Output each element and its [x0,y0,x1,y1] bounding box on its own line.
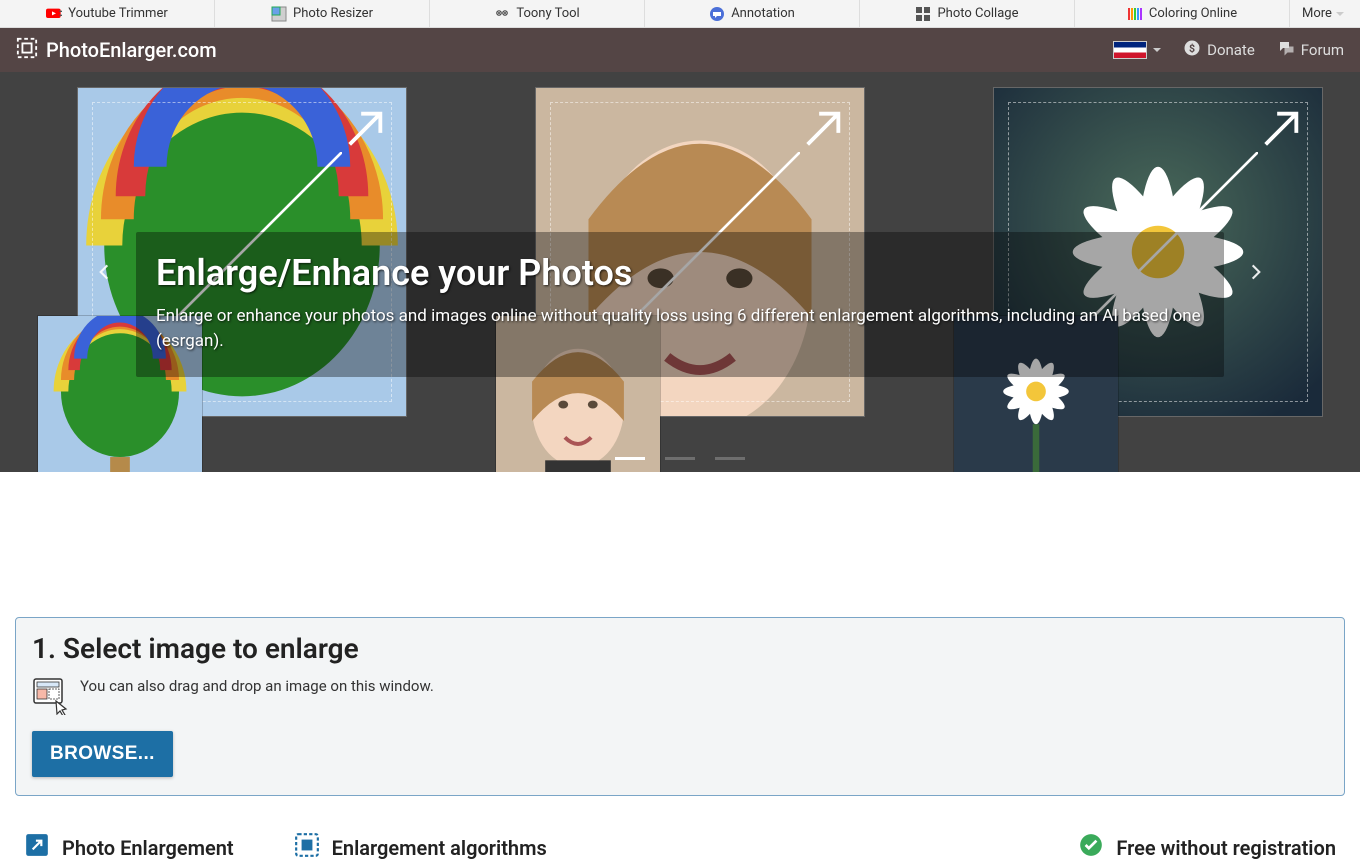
top-link-label: Photo Collage [937,6,1018,21]
feature-enlargement: Photo Enlargement [24,832,234,863]
photo-resizer-icon [271,6,287,22]
brand[interactable]: PhotoEnlarger.com [16,37,217,64]
top-link-label: Coloring Online [1149,6,1237,21]
top-link-label: Photo Resizer [293,6,373,21]
top-link-toony-tool[interactable]: Toony Tool [430,0,645,27]
ad-spacer [0,472,1360,617]
select-image-panel: 1. Select image to enlarge You can also … [15,617,1345,796]
coloring-icon [1127,6,1143,22]
top-link-coloring-online[interactable]: Coloring Online [1075,0,1290,27]
top-link-more[interactable]: More [1290,0,1356,27]
svg-text:$: $ [1189,42,1195,55]
features-row: Photo Enlargement Enlargement algorithms… [0,796,1360,863]
donate-icon: $ [1183,39,1201,61]
site-header: PhotoEnlarger.com $ Donate Forum [0,28,1360,72]
annotation-icon [709,6,725,22]
algorithms-icon [294,832,320,863]
feature-algorithms: Enlargement algorithms [294,832,547,863]
collage-icon [915,6,931,22]
panel-hint: You can also drag and drop an image on t… [32,675,1328,719]
browse-button[interactable]: BROWSE... [32,731,173,777]
top-link-label: Annotation [731,6,795,21]
feature-free: Free without registration [1078,832,1336,863]
brand-text: PhotoEnlarger.com [46,38,217,62]
enlarge-icon [24,832,50,863]
top-link-photo-resizer[interactable]: Photo Resizer [215,0,430,27]
forum-icon [1277,39,1295,61]
carousel-prev-button[interactable] [92,254,116,290]
feature-title: Free without registration [1116,836,1336,860]
free-icon [1078,832,1104,863]
carousel-indicator[interactable] [665,457,695,460]
carousel-indicators [615,457,745,460]
donate-link[interactable]: $ Donate [1183,39,1255,61]
youtube-icon [46,6,62,22]
drag-drop-icon [32,675,72,719]
hero-caption: Enlarge/Enhance your Photos Enlarge or e… [136,232,1224,377]
hero-title: Enlarge/Enhance your Photos [156,252,1204,294]
forum-link[interactable]: Forum [1277,39,1344,61]
enlarge-arrow-icon [800,106,846,152]
top-link-youtube-trimmer[interactable]: Youtube Trimmer [0,0,215,27]
hero-subtitle: Enlarge or enhance your photos and image… [156,304,1204,353]
more-label: More [1302,6,1332,21]
carousel-indicator[interactable] [715,457,745,460]
feature-title: Photo Enlargement [62,836,234,860]
hero-carousel: Enlarge/Enhance your Photos Enlarge or e… [0,72,1360,472]
flag-icon [1113,41,1147,59]
caret-down-icon [1153,48,1161,52]
carousel-indicator[interactable] [615,457,645,460]
top-link-label: Youtube Trimmer [68,6,168,21]
enlarge-arrow-icon [1258,106,1304,152]
top-link-annotation[interactable]: Annotation [645,0,860,27]
logo-icon [16,37,38,64]
panel-hint-text: You can also drag and drop an image on t… [80,675,434,695]
top-sister-sites-bar: Youtube Trimmer Photo Resizer Toony Tool… [0,0,1360,28]
forum-label: Forum [1301,41,1344,59]
donate-label: Donate [1207,41,1255,59]
panel-heading: 1. Select image to enlarge [32,632,1328,665]
top-link-label: Toony Tool [516,6,579,21]
caret-down-icon [1336,12,1344,16]
feature-title: Enlargement algorithms [332,836,547,860]
enlarge-arrow-icon [342,106,388,152]
header-right: $ Donate Forum [1113,39,1344,61]
toony-icon [494,6,510,22]
language-selector[interactable] [1113,41,1161,59]
top-link-photo-collage[interactable]: Photo Collage [860,0,1075,27]
carousel-next-button[interactable] [1244,254,1268,290]
